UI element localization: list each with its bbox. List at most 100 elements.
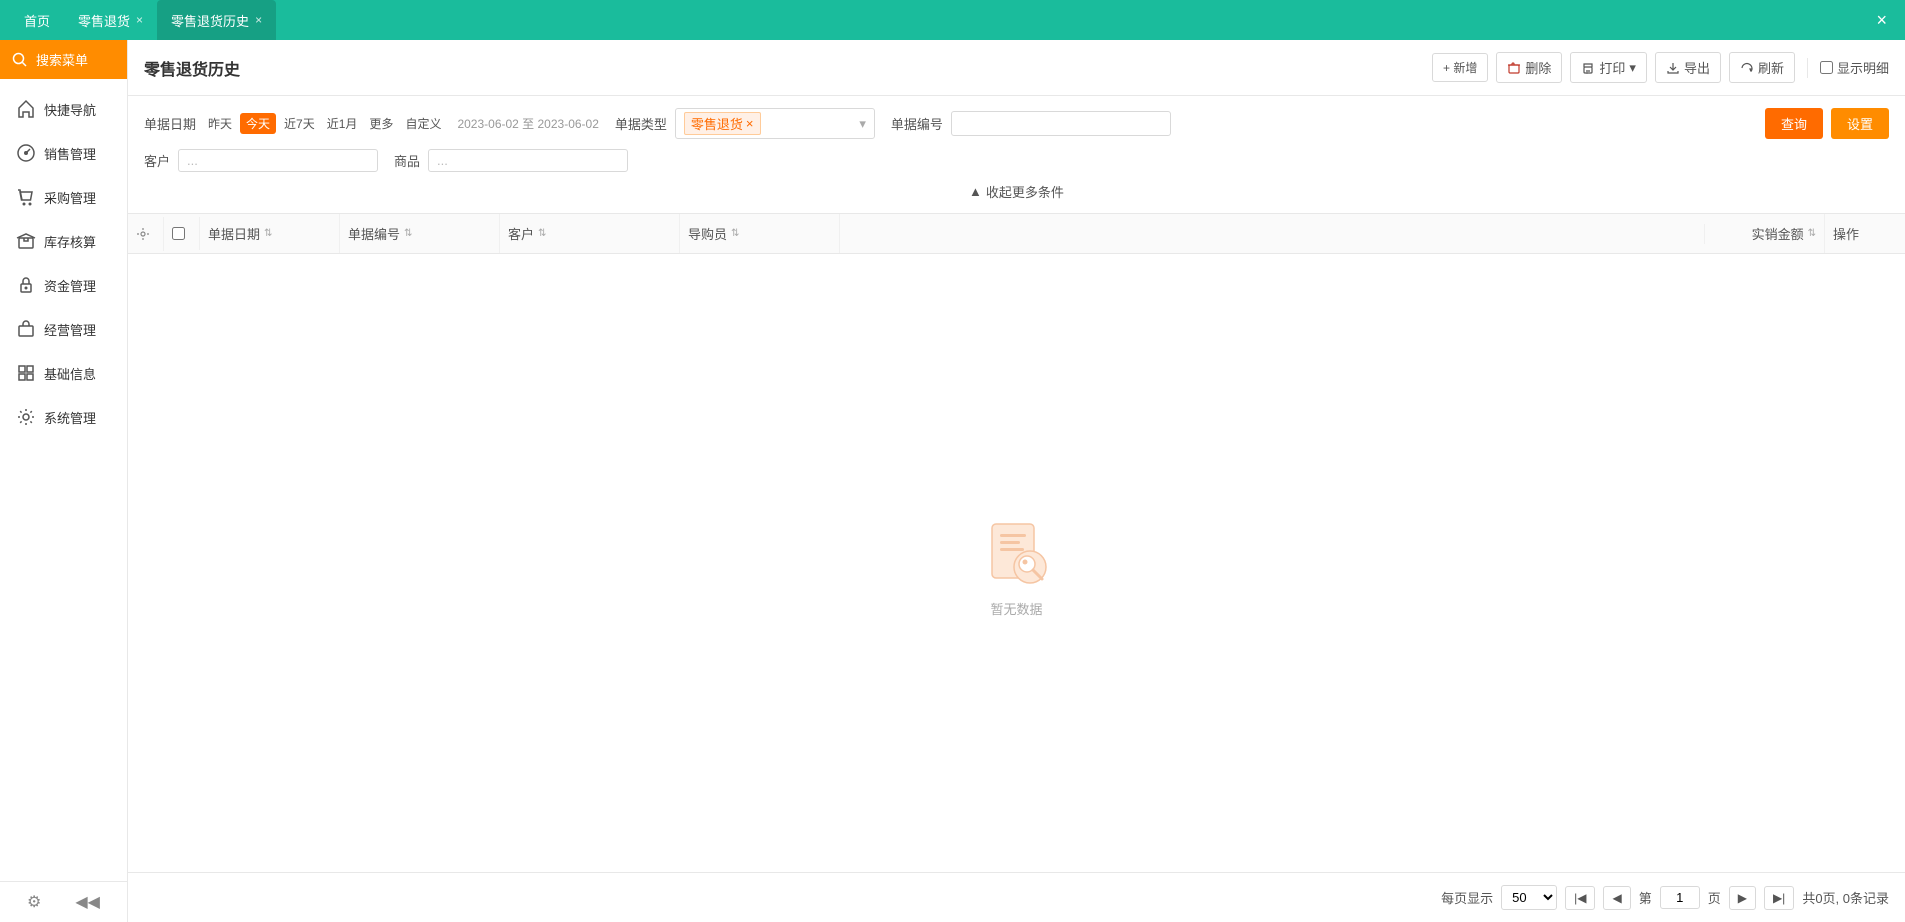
sidebar-item-sales-mgmt[interactable]: 销售管理 [0,131,127,175]
new-button[interactable]: + 新增 [1432,53,1488,82]
delete-button[interactable]: 删除 [1496,52,1562,83]
th-customer[interactable]: 客户 ⇅ [500,214,680,253]
search-menu-button[interactable]: 搜索菜单 [0,40,127,79]
print-dropdown-icon: ▾ [1629,60,1636,76]
tab-retail-return-close[interactable]: × [136,13,143,27]
goods-select[interactable]: ... [428,149,628,172]
print-label: 打印 [1599,58,1625,77]
select-all-checkbox[interactable] [172,227,185,240]
th-guide-label: 导购员 [688,224,727,243]
date-opt-last1month[interactable]: 近1月 [323,113,362,134]
th-date-sort[interactable]: ⇅ [264,228,272,239]
print-button[interactable]: 打印 ▾ [1570,52,1647,83]
per-page-select[interactable]: 10 20 50 100 [1501,885,1557,910]
page-last-button[interactable]: ▶| [1764,886,1794,910]
th-customer-label: 客户 [508,224,534,243]
th-number-sort[interactable]: ⇅ [404,228,412,239]
action-buttons: 查询 设置 [1765,108,1889,139]
sidebar-item-finance[interactable]: 资金管理 [0,263,127,307]
page-label: 第 [1639,888,1652,907]
date-opt-today[interactable]: 今天 [240,113,276,134]
date-filter: 单据日期 昨天 今天 近7天 近1月 更多 自定义 2023-06-02 至 2… [144,113,599,134]
window-close-button[interactable]: × [1868,10,1895,31]
export-button[interactable]: 导出 [1655,52,1721,83]
doc-number-label: 单据编号 [891,114,943,133]
collapse-label: 收起更多条件 [986,182,1064,201]
sidebar-item-inventory[interactable]: 库存核算 [0,219,127,263]
query-button[interactable]: 查询 [1765,108,1823,139]
sidebar-item-purchase-mgmt[interactable]: 采购管理 [0,175,127,219]
collapse-row[interactable]: ▲ 收起更多条件 [144,182,1889,201]
date-filter-label: 单据日期 [144,114,196,133]
shopping-icon [16,187,36,207]
table-container: 单据日期 ⇅ 单据编号 ⇅ 客户 ⇅ 导购员 ⇅ 实销金额 [128,214,1905,872]
sidebar-item-system-mgmt[interactable]: 系统管理 [0,395,127,439]
sidebar-item-label: 基础信息 [44,364,96,383]
date-options: 昨天 今天 近7天 近1月 更多 自定义 [204,113,445,134]
grid-icon [16,363,36,383]
tab-retail-return-history-close[interactable]: × [255,13,262,27]
empty-state: 暂无数据 [128,254,1905,872]
th-amount-sort[interactable]: ⇅ [1808,228,1816,239]
page-summary: 共0页, 0条记录 [1802,888,1889,907]
tab-retail-return-history-label: 零售退货历史 [171,11,249,30]
collapse-arrow-icon: ▲ [969,184,982,199]
customer-select[interactable]: ... [178,149,378,172]
show-detail-checkbox[interactable] [1820,61,1833,74]
volume-icon[interactable]: ◀◀ [75,892,100,912]
customer-placeholder: ... [187,153,198,168]
customer-label: 客户 [144,151,170,170]
chart-icon [16,143,36,163]
pagination: 每页显示 10 20 50 100 |◀ ◀ 第 1 页 ▶ ▶| 共0页, 0… [128,872,1905,922]
date-range-display: 2023-06-02 至 2023-06-02 [457,115,598,132]
date-opt-custom[interactable]: 自定义 [401,113,445,134]
tab-retail-return[interactable]: 零售退货 × [64,0,157,40]
sidebar-item-label: 系统管理 [44,408,96,427]
home-icon [16,99,36,119]
box-icon [16,231,36,251]
tab-retail-return-history[interactable]: 零售退货历史 × [157,0,276,40]
page-next-button[interactable]: ▶ [1729,886,1756,910]
th-amount[interactable]: 实销金额 ⇅ [1705,214,1825,253]
tab-home[interactable]: 首页 [10,0,64,40]
content-area: 零售退货历史 + 新增 删除 打印 ▾ [128,40,1905,922]
sidebar-item-label: 采购管理 [44,188,96,207]
th-guide[interactable]: 导购员 ⇅ [680,214,840,253]
sidebar-item-label: 库存核算 [44,232,96,251]
page-number-input[interactable]: 1 [1660,886,1700,909]
date-opt-last7[interactable]: 近7天 [280,113,319,134]
page-title: 零售退货历史 [144,56,240,80]
date-opt-yesterday[interactable]: 昨天 [204,113,236,134]
th-amount-label: 实销金额 [1752,224,1804,243]
settings-bottom-icon[interactable]: ⚙ [27,892,41,912]
show-detail-checkbox-label[interactable]: 显示明细 [1820,58,1889,77]
sidebar-item-base-info[interactable]: 基础信息 [0,351,127,395]
th-date-label: 单据日期 [208,224,260,243]
goods-filter: 商品 ... [394,149,628,172]
briefcase-icon [16,319,36,339]
th-number[interactable]: 单据编号 ⇅ [340,214,500,253]
doc-type-select[interactable]: 零售退货 × ▾ [675,108,875,139]
goods-label: 商品 [394,151,420,170]
refresh-label: 刷新 [1758,58,1784,77]
th-settings[interactable] [128,217,164,251]
page-header: 零售退货历史 + 新增 删除 打印 ▾ [128,40,1905,96]
th-action-label: 操作 [1833,224,1859,243]
th-date[interactable]: 单据日期 ⇅ [200,214,340,253]
sidebar-item-quick-nav[interactable]: 快捷导航 [0,87,127,131]
top-bar: 首页 零售退货 × 零售退货历史 × × [0,0,1905,40]
setup-button[interactable]: 设置 [1831,108,1889,139]
date-opt-more[interactable]: 更多 [365,113,397,134]
page-prev-button[interactable]: ◀ [1603,886,1630,910]
doc-number-input[interactable] [951,111,1171,136]
th-guide-sort[interactable]: ⇅ [731,228,739,239]
filter-row-2: 客户 ... 商品 ... [144,149,1889,172]
doc-type-tag-remove[interactable]: × [746,116,754,131]
sidebar-item-operations[interactable]: 经营管理 [0,307,127,351]
th-customer-sort[interactable]: ⇅ [538,228,546,239]
tab-home-label: 首页 [24,11,50,30]
th-action: 操作 [1825,214,1905,253]
refresh-button[interactable]: 刷新 [1729,52,1795,83]
th-checkbox[interactable] [164,217,200,250]
page-first-button[interactable]: |◀ [1565,886,1595,910]
